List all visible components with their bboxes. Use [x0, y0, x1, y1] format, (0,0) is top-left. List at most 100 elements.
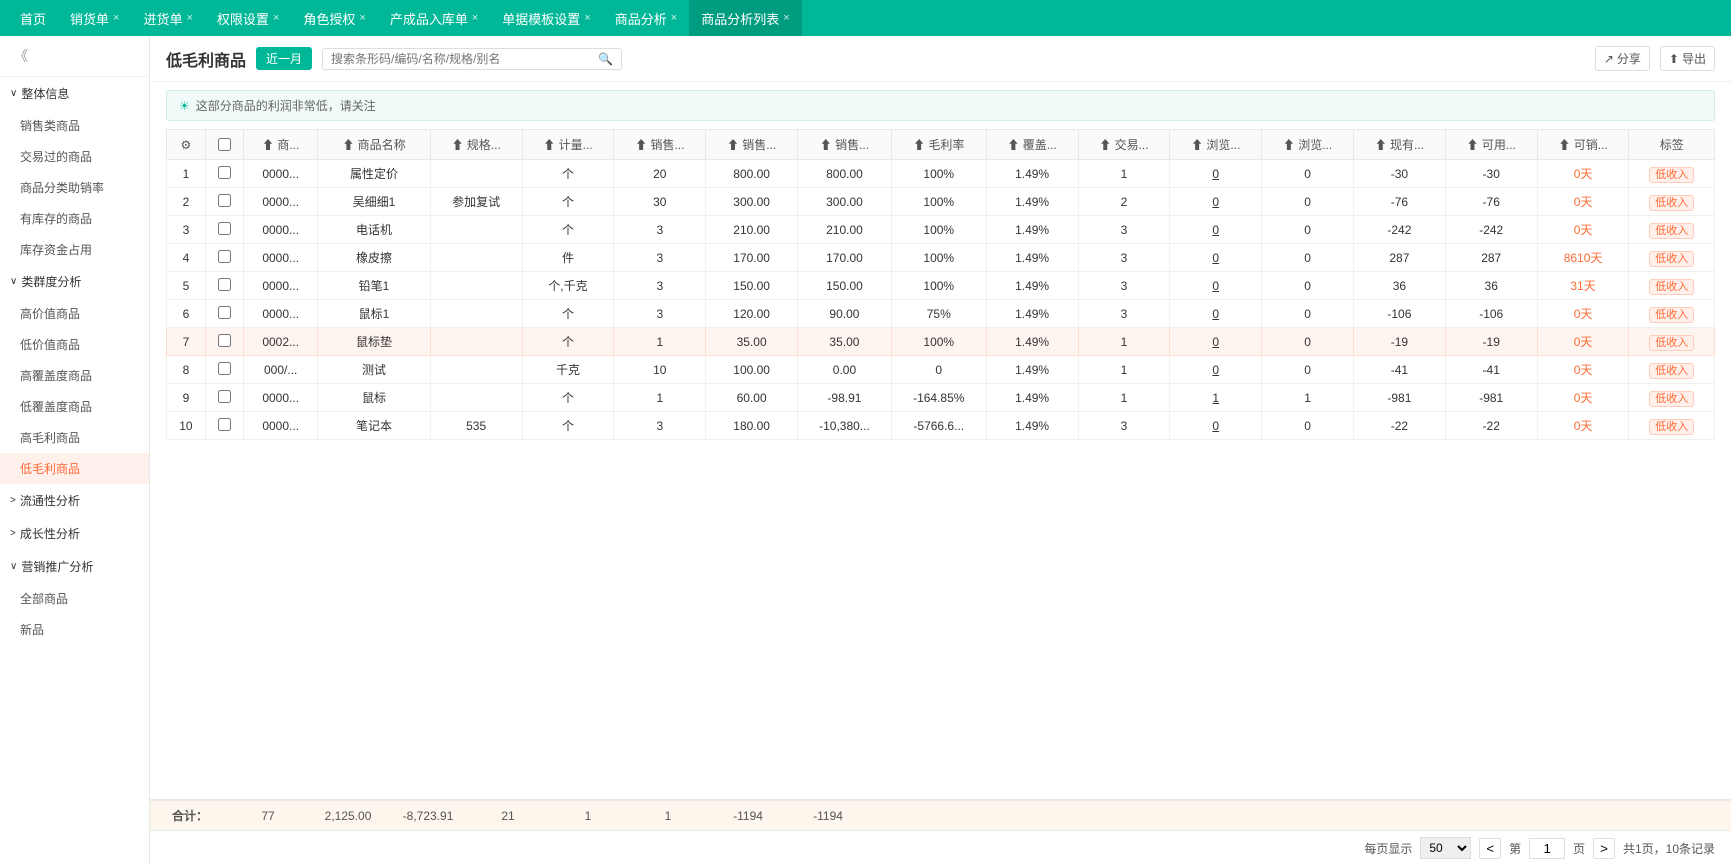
sidebar-group-整体信息[interactable]: ∨整体信息 [0, 77, 149, 110]
th-current-stock[interactable]: ⬆ 现有... [1353, 130, 1445, 160]
cell-checkbox[interactable] [205, 384, 243, 412]
th-name[interactable]: ⬆ 商品名称 [318, 130, 430, 160]
sidebar-item-低价值商品[interactable]: 低价值商品 [0, 329, 149, 360]
page-size-select[interactable]: 50 100 200 [1420, 837, 1471, 859]
view1-link[interactable]: 0 [1212, 419, 1219, 433]
th-sales-amount[interactable]: ⬆ 销售... [706, 130, 798, 160]
search-icon[interactable]: 🔍 [598, 52, 613, 66]
cell-spec [430, 244, 522, 272]
cell-tag: 低收入 [1629, 160, 1715, 188]
cell-checkbox[interactable] [205, 272, 243, 300]
cell-gross-margin: 100% [891, 216, 986, 244]
sidebar-group-类群度分析[interactable]: ∨类群度分析 [0, 265, 149, 298]
th-settings[interactable]: ⚙ [167, 130, 206, 160]
sidebar-group-成长性分析[interactable]: >成长性分析 [0, 517, 149, 550]
nav-close-icon[interactable]: × [359, 12, 365, 24]
sidebar-item-销售类商品[interactable]: 销售类商品 [0, 110, 149, 141]
cell-checkbox[interactable] [205, 188, 243, 216]
table-container: ⚙ ⬆ 商... ⬆ 商品名称 ⬆ 规格... ⬆ 计量... ⬆ 销售... … [150, 129, 1731, 799]
th-gross-margin[interactable]: ⬆ 毛利率 [891, 130, 986, 160]
notice-icon: ☀ [179, 99, 190, 113]
nav-item-产成品入库单[interactable]: 产成品入库单× [378, 0, 490, 36]
view1-link[interactable]: 0 [1212, 279, 1219, 293]
nav-item-角色授权[interactable]: 角色授权× [291, 0, 377, 36]
sidebar-item-低覆盖度商品[interactable]: 低覆盖度商品 [0, 391, 149, 422]
view1-link[interactable]: 0 [1212, 363, 1219, 377]
nav-item-权限设置[interactable]: 权限设置× [205, 0, 291, 36]
th-checkbox[interactable] [205, 130, 243, 160]
cell-checkbox[interactable] [205, 300, 243, 328]
prev-page-button[interactable]: < [1479, 838, 1501, 859]
nav-close-icon[interactable]: × [584, 12, 590, 24]
cell-available-stock: -19 [1445, 328, 1537, 356]
page-number-input[interactable] [1529, 838, 1565, 859]
filter-time-button[interactable]: 近一月 [256, 47, 312, 70]
th-trade[interactable]: ⬆ 交易... [1078, 130, 1170, 160]
cell-available-stock: -41 [1445, 356, 1537, 384]
th-view2[interactable]: ⬆ 浏览... [1262, 130, 1354, 160]
nav-item-进货单[interactable]: 进货单× [131, 0, 204, 36]
nav-close-icon[interactable]: × [273, 12, 279, 24]
th-tag[interactable]: 标签 [1629, 130, 1715, 160]
cell-checkbox[interactable] [205, 356, 243, 384]
sidebar-group-营销推广分析[interactable]: ∨营销推广分析 [0, 550, 149, 583]
view1-link[interactable]: 0 [1212, 167, 1219, 181]
collapse-sidebar-btn[interactable]: 《 [10, 42, 32, 70]
sidebar-item-高覆盖度商品[interactable]: 高覆盖度商品 [0, 360, 149, 391]
th-spec[interactable]: ⬆ 规格... [430, 130, 522, 160]
share-button[interactable]: ↗ 分享 [1595, 46, 1650, 71]
cell-checkbox[interactable] [205, 160, 243, 188]
sidebar-item-有库存的商品[interactable]: 有库存的商品 [0, 203, 149, 234]
select-all-checkbox[interactable] [218, 138, 231, 151]
view1-link[interactable]: 0 [1212, 223, 1219, 237]
sidebar-item-高价值商品[interactable]: 高价值商品 [0, 298, 149, 329]
cell-checkbox[interactable] [205, 328, 243, 356]
sidebar-item-全部商品[interactable]: 全部商品 [0, 583, 149, 614]
cell-checkbox[interactable] [205, 244, 243, 272]
nav-item-单据模板设置[interactable]: 单据模板设置× [490, 0, 602, 36]
view1-link[interactable]: 0 [1212, 335, 1219, 349]
th-saleable-days[interactable]: ⬆ 可销... [1537, 130, 1629, 160]
cell-name: 鼠标 [318, 384, 430, 412]
view1-link[interactable]: 0 [1212, 251, 1219, 265]
cell-view1: 1 [1170, 384, 1262, 412]
th-available-stock[interactable]: ⬆ 可用... [1445, 130, 1537, 160]
sidebar-item-商品分类助销率[interactable]: 商品分类助销率 [0, 172, 149, 203]
cell-sales-amount: 180.00 [706, 412, 798, 440]
nav-item-销货单[interactable]: 销货单× [58, 0, 131, 36]
nav-item-首页[interactable]: 首页 [8, 0, 58, 36]
nav-close-icon[interactable]: × [113, 12, 119, 24]
nav-item-商品分析列表[interactable]: 商品分析列表× [689, 0, 801, 36]
nav-item-商品分析[interactable]: 商品分析× [603, 0, 689, 36]
cell-unit: 个,千克 [522, 272, 614, 300]
nav-close-icon[interactable]: × [783, 12, 789, 24]
cell-available-stock: 36 [1445, 272, 1537, 300]
cell-view2: 1 [1262, 384, 1354, 412]
cell-checkbox[interactable] [205, 412, 243, 440]
th-coverage[interactable]: ⬆ 覆盖... [986, 130, 1078, 160]
view1-link[interactable]: 1 [1212, 391, 1219, 405]
next-page-button[interactable]: > [1593, 838, 1615, 859]
search-input[interactable] [331, 52, 594, 66]
th-sales-profit[interactable]: ⬆ 销售... [798, 130, 892, 160]
nav-close-icon[interactable]: × [472, 12, 478, 24]
sidebar-item-库存资金占用[interactable]: 库存资金占用 [0, 234, 149, 265]
th-unit[interactable]: ⬆ 计量... [522, 130, 614, 160]
th-code[interactable]: ⬆ 商... [244, 130, 318, 160]
th-view1[interactable]: ⬆ 浏览... [1170, 130, 1262, 160]
nav-close-icon[interactable]: × [186, 12, 192, 24]
sidebar-item-新品[interactable]: 新品 [0, 614, 149, 645]
view1-link[interactable]: 0 [1212, 195, 1219, 209]
th-sales-qty[interactable]: ⬆ 销售... [614, 130, 706, 160]
cell-view1: 0 [1170, 300, 1262, 328]
export-button[interactable]: ⬆ 导出 [1660, 46, 1715, 71]
sidebar-item-交易过的商品[interactable]: 交易过的商品 [0, 141, 149, 172]
sidebar-item-高毛利商品[interactable]: 高毛利商品 [0, 422, 149, 453]
cell-unit: 个 [522, 300, 614, 328]
group-arrow-icon: > [10, 528, 16, 539]
view1-link[interactable]: 0 [1212, 307, 1219, 321]
sidebar-item-低毛利商品[interactable]: 低毛利商品 [0, 453, 149, 484]
nav-close-icon[interactable]: × [671, 12, 677, 24]
sidebar-group-流通性分析[interactable]: >流通性分析 [0, 484, 149, 517]
cell-checkbox[interactable] [205, 216, 243, 244]
